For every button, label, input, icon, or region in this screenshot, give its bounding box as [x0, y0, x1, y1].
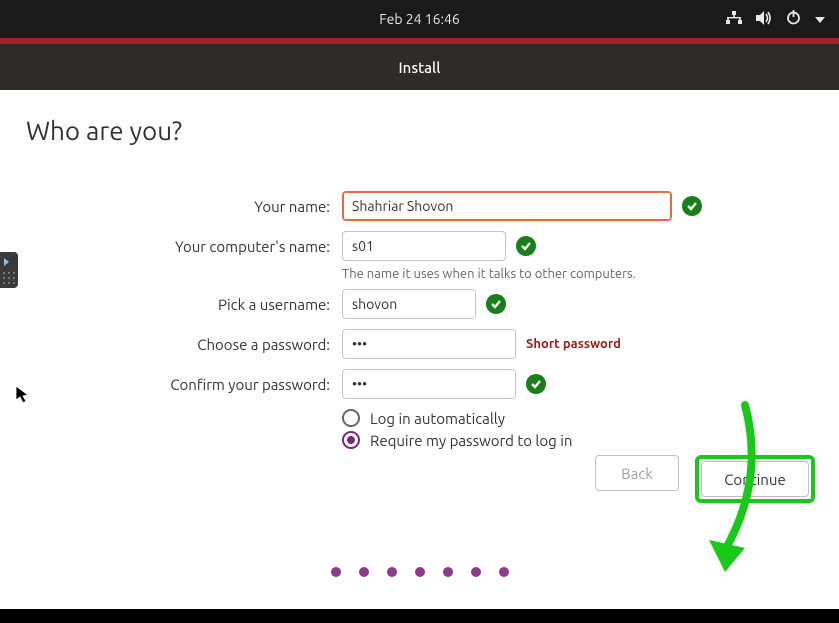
radio-auto-login[interactable]: Log in automatically — [342, 409, 815, 427]
check-icon — [486, 294, 506, 314]
system-top-bar: Feb 24 16:46 — [0, 0, 839, 38]
sound-icon[interactable] — [756, 11, 772, 28]
label-username: Pick a username: — [24, 296, 342, 313]
radio-label: Require my password to log in — [370, 432, 572, 449]
radio-label: Log in automatically — [370, 410, 505, 427]
dot — [415, 567, 425, 577]
cursor-icon — [16, 386, 30, 404]
dot — [387, 567, 397, 577]
check-icon — [526, 374, 546, 394]
computer-hint: The name it uses when it talks to other … — [342, 267, 815, 281]
username-input[interactable] — [342, 289, 476, 319]
window-title: Install — [399, 59, 441, 76]
network-icon[interactable] — [726, 11, 742, 28]
dock-reveal[interactable] — [0, 252, 18, 288]
radio-require-password[interactable]: Require my password to log in — [342, 431, 815, 449]
chevron-down-icon[interactable] — [815, 11, 825, 27]
continue-highlight: Continue — [695, 455, 815, 503]
continue-button[interactable]: Continue — [701, 461, 809, 497]
password-strength: Short password — [526, 337, 621, 351]
password-input[interactable] — [342, 329, 516, 359]
page-title: Who are you? — [26, 116, 815, 145]
name-input[interactable] — [342, 191, 672, 221]
label-computer: Your computer's name: — [24, 238, 342, 255]
dot — [443, 567, 453, 577]
progress-dots — [331, 567, 509, 577]
check-icon — [516, 236, 536, 256]
label-name: Your name: — [24, 198, 342, 215]
confirm-password-input[interactable] — [342, 369, 516, 399]
computer-name-input[interactable] — [342, 231, 506, 261]
installer-page: Who are you? Your name: Your computer's … — [0, 90, 839, 609]
wizard-buttons: Back Continue — [595, 455, 815, 503]
radio-icon — [342, 409, 360, 427]
check-icon — [682, 196, 702, 216]
power-icon[interactable] — [786, 10, 801, 28]
system-indicators[interactable] — [726, 10, 825, 28]
label-password: Choose a password: — [24, 336, 342, 353]
user-form: Your name: Your computer's name: The nam… — [24, 191, 815, 449]
clock: Feb 24 16:46 — [379, 11, 460, 27]
dot — [471, 567, 481, 577]
back-button[interactable]: Back — [595, 455, 679, 491]
dot — [499, 567, 509, 577]
label-confirm: Confirm your password: — [24, 376, 342, 393]
radio-icon — [342, 431, 360, 449]
dot — [359, 567, 369, 577]
dot — [331, 567, 341, 577]
window-title-bar: Install — [0, 44, 839, 90]
